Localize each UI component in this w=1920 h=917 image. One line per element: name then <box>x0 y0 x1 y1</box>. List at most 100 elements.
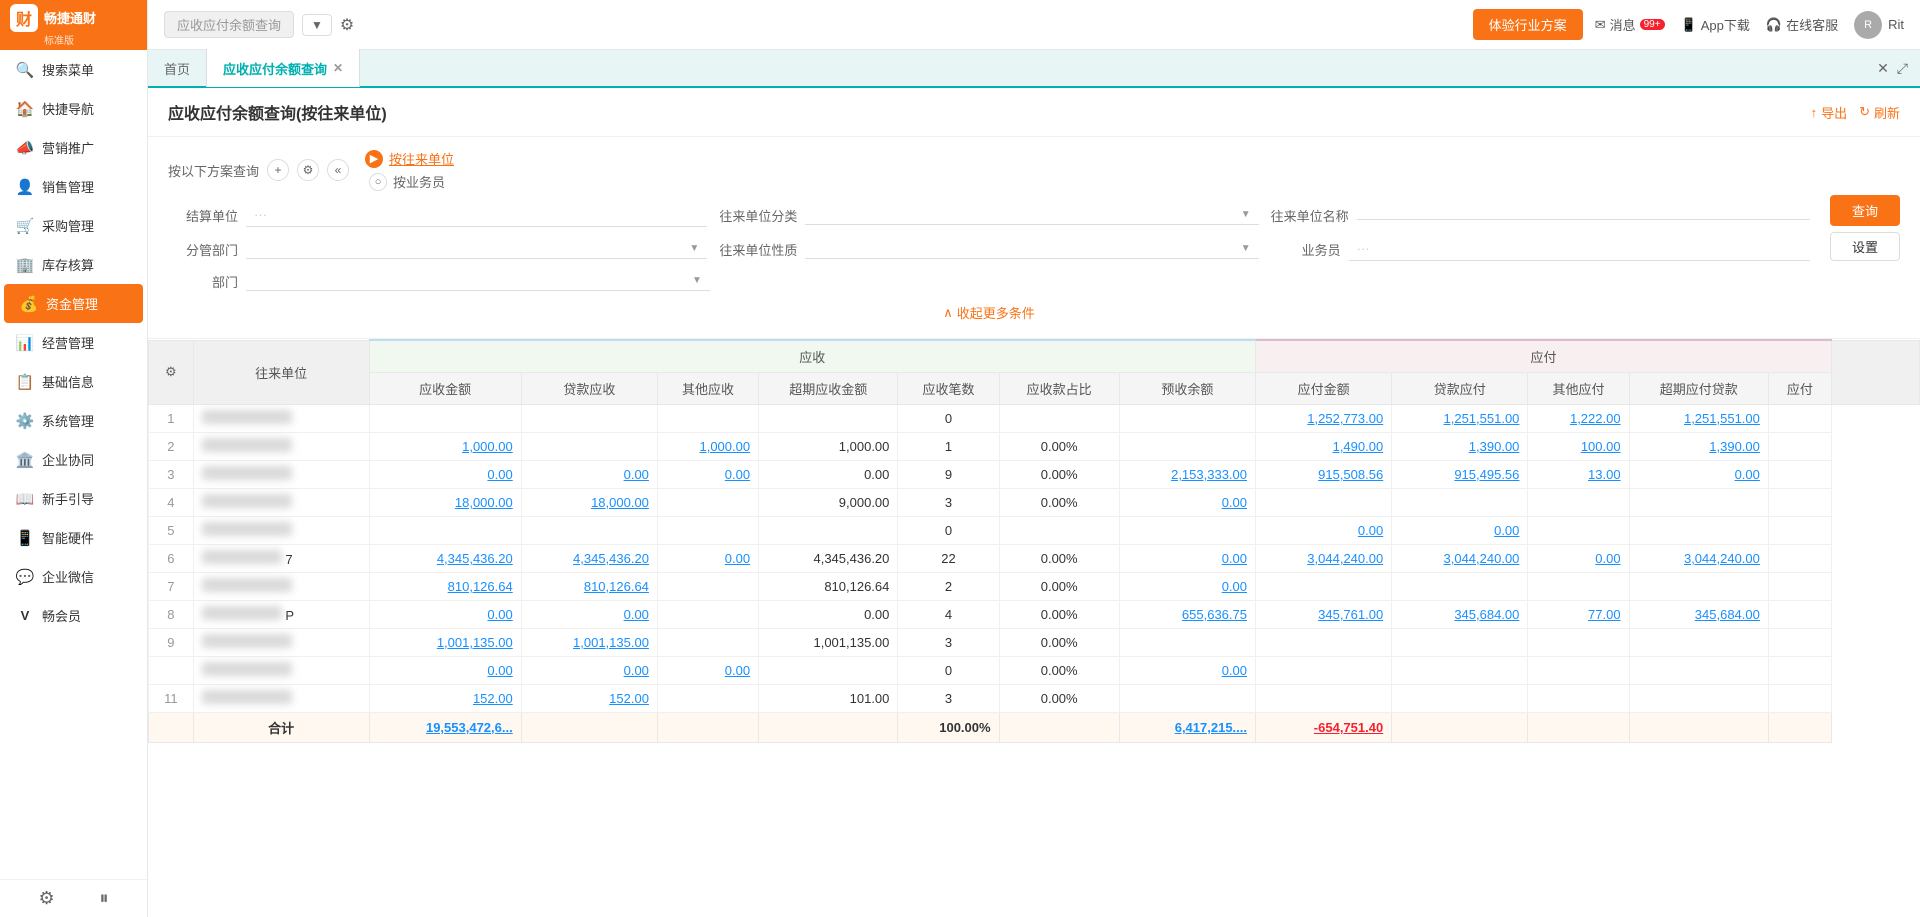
table-cell[interactable]: 345,684.00 <box>1629 601 1768 629</box>
table-cell[interactable]: 0.00 <box>1119 657 1255 685</box>
salesperson-input[interactable]: ··· <box>1349 237 1810 261</box>
jiesuan-input[interactable]: ··· <box>246 203 707 227</box>
table-cell[interactable]: 1,390.00 <box>1629 433 1768 461</box>
table-cell[interactable]: 3,044,240.00 <box>1629 545 1768 573</box>
laiwang-category-input[interactable]: ▼ <box>805 205 1258 225</box>
collapse-sidebar-icon[interactable]: ⏸ <box>100 888 109 909</box>
sidebar-quick-nav[interactable]: 🏠 快捷导航 <box>0 89 147 128</box>
collapse-search-btn[interactable]: ∧ 收起更多条件 <box>168 299 1810 326</box>
table-cell[interactable]: 1,001,135.00 <box>521 629 657 657</box>
sidebar-finance[interactable]: 💰 资金管理 <box>4 284 143 323</box>
table-cell[interactable]: 0.00 <box>1392 517 1528 545</box>
table-cell[interactable]: 0.00 <box>1528 545 1629 573</box>
footer-ar-prepay[interactable]: 6,417,215.... <box>1119 713 1255 743</box>
table-cell[interactable]: 1,000.00 <box>657 433 758 461</box>
company-name-cell[interactable] <box>193 489 369 517</box>
online-service-btn[interactable]: 🎧 在线客服 <box>1766 15 1838 34</box>
company-name-cell[interactable]: 7 <box>193 545 369 573</box>
sidebar-guide[interactable]: 📖 新手引导 <box>0 479 147 518</box>
table-cell[interactable]: 0.00 <box>521 657 657 685</box>
table-cell[interactable]: 810,126.64 <box>369 573 521 601</box>
table-cell[interactable]: 0.00 <box>521 461 657 489</box>
table-cell[interactable]: 3,044,240.00 <box>1256 545 1392 573</box>
table-cell[interactable]: 1,490.00 <box>1256 433 1392 461</box>
laiwang-name-input[interactable] <box>1357 211 1810 220</box>
scheme-active-option[interactable]: ▶ 按往来单位 <box>365 149 454 168</box>
settings-btn[interactable]: 设置 <box>1830 232 1900 261</box>
trial-btn[interactable]: 体验行业方案 <box>1473 9 1583 40</box>
footer-ap-amount[interactable]: -654,751.40 <box>1256 713 1392 743</box>
table-cell[interactable]: 345,684.00 <box>1392 601 1528 629</box>
breadcrumb-dropdown[interactable]: ▼ <box>302 14 332 36</box>
table-cell[interactable]: 0.00 <box>1119 489 1255 517</box>
table-cell[interactable]: 1,251,551.00 <box>1629 405 1768 433</box>
table-cell[interactable]: 18,000.00 <box>521 489 657 517</box>
sidebar-purchase[interactable]: 🛒 采购管理 <box>0 206 147 245</box>
company-name-cell[interactable] <box>193 685 369 713</box>
table-cell[interactable]: 655,636.75 <box>1119 601 1255 629</box>
company-name-cell[interactable] <box>193 573 369 601</box>
table-cell[interactable]: 3,044,240.00 <box>1392 545 1528 573</box>
sidebar-inventory[interactable]: 🏢 库存核算 <box>0 245 147 284</box>
table-cell[interactable]: 0.00 <box>521 601 657 629</box>
table-cell[interactable]: 1,390.00 <box>1392 433 1528 461</box>
sidebar-system[interactable]: ⚙️ 系统管理 <box>0 401 147 440</box>
table-cell[interactable]: 77.00 <box>1528 601 1629 629</box>
table-cell[interactable]: 0.00 <box>657 657 758 685</box>
app-download-btn[interactable]: 📱 App下载 <box>1681 15 1750 34</box>
sidebar-operation[interactable]: 📊 经营管理 <box>0 323 147 362</box>
table-cell[interactable]: 4,345,436.20 <box>521 545 657 573</box>
sidebar-sales[interactable]: 👤 销售管理 <box>0 167 147 206</box>
table-cell[interactable]: 1,000.00 <box>369 433 521 461</box>
table-cell[interactable]: 4,345,436.20 <box>369 545 521 573</box>
company-name-cell[interactable] <box>193 433 369 461</box>
message-btn[interactable]: ✉ 消息 99+ <box>1595 15 1665 34</box>
table-cell[interactable]: 0.00 <box>1629 461 1768 489</box>
table-cell[interactable]: 1,222.00 <box>1528 405 1629 433</box>
sidebar-smart-hw[interactable]: 📱 智能硬件 <box>0 518 147 557</box>
company-name-cell[interactable] <box>193 405 369 433</box>
tab-ar-ap-query[interactable]: 应收应付余额查询 ✕ <box>207 49 360 87</box>
scheme-option[interactable]: ○ 按业务员 <box>365 172 454 191</box>
tab-close-icon[interactable]: ✕ <box>333 61 343 75</box>
table-cell[interactable]: 1,001,135.00 <box>369 629 521 657</box>
query-btn[interactable]: 查询 <box>1830 195 1900 226</box>
tab-home[interactable]: 首页 <box>148 49 207 87</box>
table-cell[interactable]: 100.00 <box>1528 433 1629 461</box>
table-cell[interactable]: 152.00 <box>521 685 657 713</box>
table-cell[interactable]: 0.00 <box>1119 573 1255 601</box>
table-cell[interactable]: 0.00 <box>369 461 521 489</box>
maximize-window-icon[interactable]: ⤢ <box>1897 60 1908 77</box>
refresh-btn[interactable]: ↻ 刷新 <box>1859 103 1900 122</box>
sidebar-marketing[interactable]: 📣 营销推广 <box>0 128 147 167</box>
dept-input[interactable]: ▼ <box>246 271 710 291</box>
laiwang-nature-input[interactable]: ▼ <box>805 239 1258 259</box>
company-name-cell[interactable] <box>193 629 369 657</box>
table-cell[interactable]: 13.00 <box>1528 461 1629 489</box>
topbar-settings-btn[interactable]: ⚙ <box>340 15 354 35</box>
scheme-settings-btn[interactable]: ⚙ <box>297 159 319 181</box>
close-window-icon[interactable]: ✕ <box>1877 60 1889 77</box>
table-cell[interactable]: 345,761.00 <box>1256 601 1392 629</box>
table-cell[interactable]: 1,251,551.00 <box>1392 405 1528 433</box>
table-cell[interactable]: 0.00 <box>1256 517 1392 545</box>
company-name-cell[interactable] <box>193 517 369 545</box>
table-cell[interactable]: 810,126.64 <box>521 573 657 601</box>
table-cell[interactable]: 18,000.00 <box>369 489 521 517</box>
footer-ar-amount[interactable]: 19,553,472,6... <box>369 713 521 743</box>
sidebar-corp-collab[interactable]: 🏛️ 企业协同 <box>0 440 147 479</box>
sidebar-search-menu[interactable]: 🔍 搜索菜单 <box>0 50 147 89</box>
table-cell[interactable]: 915,508.56 <box>1256 461 1392 489</box>
table-cell[interactable]: 915,495.56 <box>1392 461 1528 489</box>
company-name-cell[interactable] <box>193 461 369 489</box>
company-name-cell[interactable]: P <box>193 601 369 629</box>
sidebar-corp-wechat[interactable]: 💬 企业微信 <box>0 557 147 596</box>
add-scheme-btn[interactable]: + <box>267 159 289 181</box>
table-cell[interactable]: 1,252,773.00 <box>1256 405 1392 433</box>
table-cell[interactable]: 2,153,333.00 <box>1119 461 1255 489</box>
table-cell[interactable]: 152.00 <box>369 685 521 713</box>
table-cell[interactable]: 0.00 <box>1119 545 1255 573</box>
settings-bottom-icon[interactable]: ⚙ <box>38 888 54 909</box>
table-cell[interactable]: 0.00 <box>369 657 521 685</box>
scheme-collapse-btn[interactable]: « <box>327 159 349 181</box>
